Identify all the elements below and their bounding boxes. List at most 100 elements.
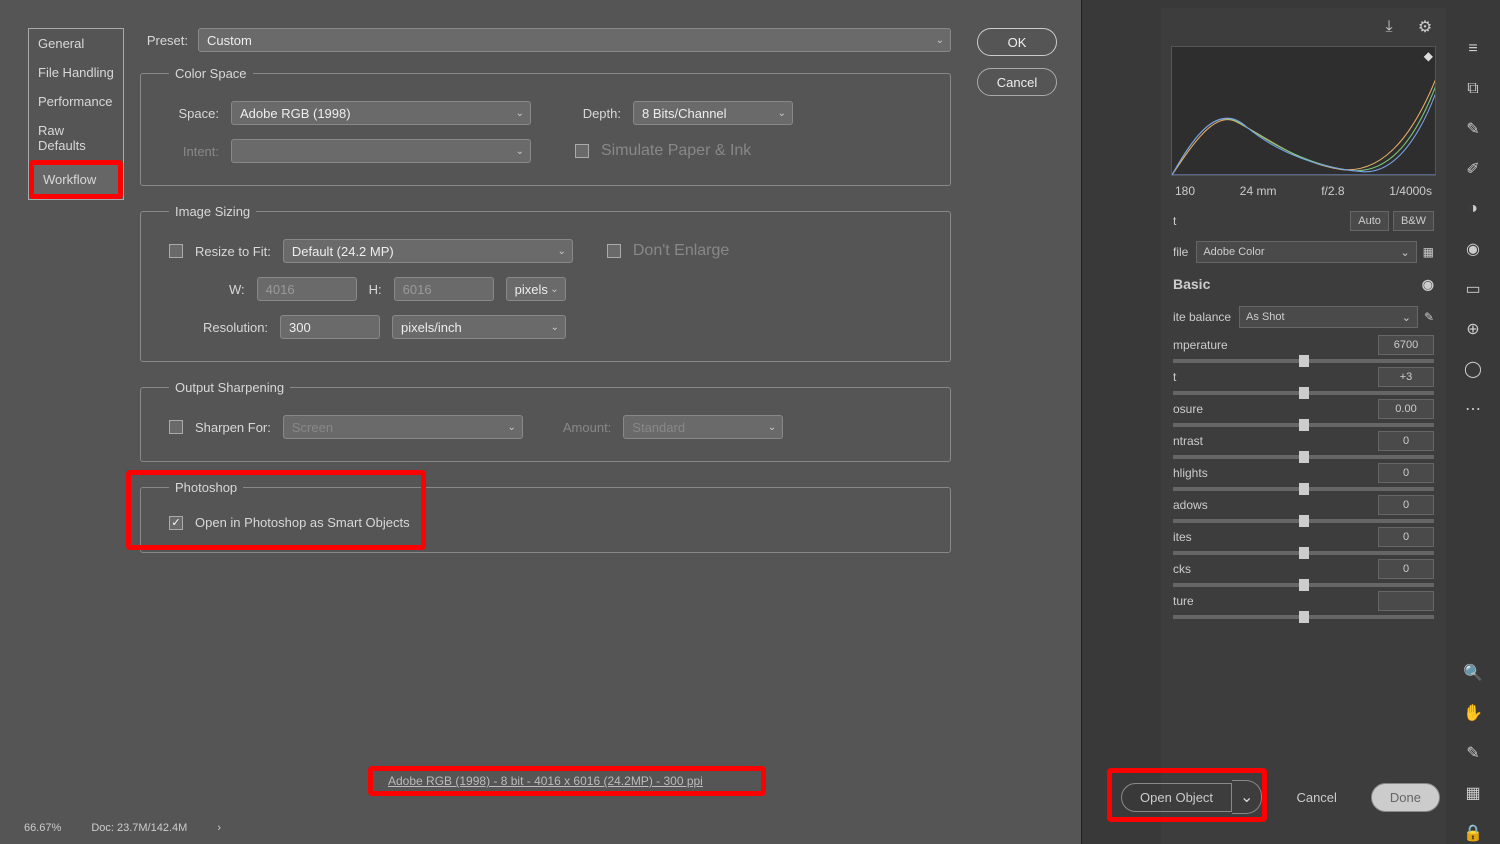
sampler-icon[interactable]: ✎ xyxy=(1462,742,1484,764)
gear-icon[interactable]: ⚙ xyxy=(1414,16,1436,38)
output-sharpening-legend: Output Sharpening xyxy=(169,380,290,395)
slider-track[interactable] xyxy=(1173,391,1434,395)
clip-indicator-icon[interactable]: ◆ xyxy=(1424,49,1433,63)
photoshop-legend: Photoshop xyxy=(169,480,243,495)
intent-select: ⌄ xyxy=(231,139,531,163)
zoom-value: 66.67% xyxy=(24,822,61,834)
tab-workflow[interactable]: Workflow xyxy=(29,160,123,199)
wb-label: ite balance xyxy=(1173,310,1231,324)
focal-value: 24 mm xyxy=(1240,184,1277,198)
resolution-input[interactable]: 300 xyxy=(280,315,380,339)
slider-track[interactable] xyxy=(1173,455,1434,459)
shutter-value: 1/4000s xyxy=(1389,184,1432,198)
eye-icon[interactable]: ◉ xyxy=(1422,276,1434,293)
shape-icon[interactable]: ◯ xyxy=(1462,358,1484,380)
color-space-legend: Color Space xyxy=(169,66,253,81)
intent-label: Intent: xyxy=(169,144,219,159)
open-object-menu[interactable]: ⌄ xyxy=(1232,780,1262,814)
zoom-icon[interactable]: 🔍 xyxy=(1462,662,1484,684)
doc-size: Doc: 23.7M/142.4M xyxy=(91,822,187,834)
basic-section-title[interactable]: Basic xyxy=(1173,276,1210,293)
w-input: 4016 xyxy=(257,277,357,301)
preferences-tabs: General File Handling Performance Raw De… xyxy=(28,28,124,200)
mask-icon[interactable]: ▭ xyxy=(1462,278,1484,300)
grid-icon[interactable]: ▦ xyxy=(1462,782,1484,804)
slider-track[interactable] xyxy=(1173,551,1434,555)
color-space-group: Color Space Space: Adobe RGB (1998)⌄ Dep… xyxy=(140,66,951,186)
profile-select[interactable]: Adobe Color⌄ xyxy=(1196,241,1416,263)
brush-icon[interactable]: ✎ xyxy=(1462,118,1484,140)
sharpen-label: Sharpen For: xyxy=(195,420,271,435)
dont-enlarge-label: Don't Enlarge xyxy=(633,242,729,260)
workflow-link[interactable]: Adobe RGB (1998) - 8 bit - 4016 x 6016 (… xyxy=(388,772,703,790)
photo-metadata: 180 24 mm f/2.8 1/4000s xyxy=(1161,176,1446,206)
unit-select[interactable]: pixels⌄ xyxy=(506,277,566,301)
h-label: H: xyxy=(369,282,382,297)
done-button[interactable]: Done xyxy=(1371,783,1440,812)
auto-button[interactable]: Auto xyxy=(1350,211,1389,231)
simulate-checkbox xyxy=(575,144,589,158)
depth-label: Depth: xyxy=(563,106,621,121)
slider-track[interactable] xyxy=(1173,519,1434,523)
simulate-label: Simulate Paper & Ink xyxy=(601,142,751,160)
preset-label: Preset: xyxy=(140,33,188,48)
smart-objects-label: Open in Photoshop as Smart Objects xyxy=(195,515,410,530)
preset-select[interactable]: Custom⌄ xyxy=(198,28,951,52)
redeye-icon[interactable]: ◉ xyxy=(1462,238,1484,260)
resize-checkbox[interactable] xyxy=(169,244,183,258)
resolution-unit-select[interactable]: pixels/inch⌄ xyxy=(392,315,566,339)
amount-label: Amount: xyxy=(563,420,611,435)
export-icon[interactable]: ⤓ xyxy=(1378,16,1400,38)
preferences-dialog: General File Handling Performance Raw De… xyxy=(0,0,1082,844)
amount-select: Standard⌄ xyxy=(623,415,783,439)
cancel-bottom-button[interactable]: Cancel xyxy=(1278,784,1354,811)
open-object-button[interactable]: Open Object xyxy=(1121,783,1232,812)
ok-button[interactable]: OK xyxy=(977,28,1057,56)
adjustments-panel: ⤓ ⚙ ◆ 180 24 mm f/2.8 1/4000s t Auto B&W… xyxy=(1161,8,1446,844)
sliders-icon[interactable]: ≡ xyxy=(1462,38,1484,60)
photoshop-group: Photoshop Open in Photoshop as Smart Obj… xyxy=(140,480,951,553)
pen-icon[interactable]: ✐ xyxy=(1462,158,1484,180)
bottom-actions: Open Object ⌄ Cancel Done xyxy=(1121,780,1440,814)
hand-icon[interactable]: ✋ xyxy=(1462,702,1484,724)
smart-objects-checkbox[interactable] xyxy=(169,516,183,530)
image-sizing-group: Image Sizing Resize to Fit: Default (24.… xyxy=(140,204,951,362)
slider-track[interactable] xyxy=(1173,615,1434,619)
space-select[interactable]: Adobe RGB (1998)⌄ xyxy=(231,101,531,125)
edit-label: t xyxy=(1173,214,1176,228)
aperture-value: f/2.8 xyxy=(1321,184,1344,198)
tab-file-handling[interactable]: File Handling xyxy=(29,58,123,87)
crop-icon[interactable]: ⧉ xyxy=(1462,78,1484,100)
histogram[interactable]: ◆ xyxy=(1171,46,1436,176)
resize-select[interactable]: Default (24.2 MP)⌄ xyxy=(283,239,573,263)
sharpen-checkbox[interactable] xyxy=(169,420,183,434)
wb-select[interactable]: As Shot⌄ xyxy=(1239,306,1418,328)
bw-button[interactable]: B&W xyxy=(1393,211,1434,231)
cancel-button[interactable]: Cancel xyxy=(977,68,1057,96)
iso-value: 180 xyxy=(1175,184,1195,198)
tab-raw-defaults[interactable]: Raw Defaults xyxy=(29,116,123,160)
grid-icon[interactable]: ▦ xyxy=(1423,245,1434,259)
slider-track[interactable] xyxy=(1173,423,1434,427)
tab-performance[interactable]: Performance xyxy=(29,87,123,116)
preferences-content: Preset: Custom⌄ Color Space Space: Adobe… xyxy=(140,28,951,754)
chevron-right-icon[interactable]: › xyxy=(217,822,221,834)
tab-general[interactable]: General xyxy=(29,29,123,58)
depth-select[interactable]: 8 Bits/Channel⌄ xyxy=(633,101,793,125)
output-sharpening-group: Output Sharpening Sharpen For: Screen⌄ A… xyxy=(140,380,951,462)
h-input: 6016 xyxy=(394,277,494,301)
resolution-label: Resolution: xyxy=(203,320,268,335)
clone-icon[interactable]: ◑ xyxy=(1462,198,1484,220)
more-icon[interactable]: ⋯ xyxy=(1462,398,1484,420)
tool-column: ≡ ⧉ ✎ ✐ ◑ ◉ ▭ ⊕ ◯ ⋯ 🔍 ✋ ✎ ▦ 🔒 xyxy=(1446,30,1500,844)
resize-label: Resize to Fit: xyxy=(195,244,271,259)
image-sizing-legend: Image Sizing xyxy=(169,204,256,219)
slider-track[interactable] xyxy=(1173,583,1434,587)
w-label: W: xyxy=(229,282,245,297)
eyedropper-icon[interactable]: ✎ xyxy=(1424,310,1434,324)
status-bar: 66.67% Doc: 23.7M/142.4M › xyxy=(24,817,1500,839)
slider-track[interactable] xyxy=(1173,359,1434,363)
profile-label: file xyxy=(1173,245,1188,259)
target-icon[interactable]: ⊕ xyxy=(1462,318,1484,340)
slider-track[interactable] xyxy=(1173,487,1434,491)
